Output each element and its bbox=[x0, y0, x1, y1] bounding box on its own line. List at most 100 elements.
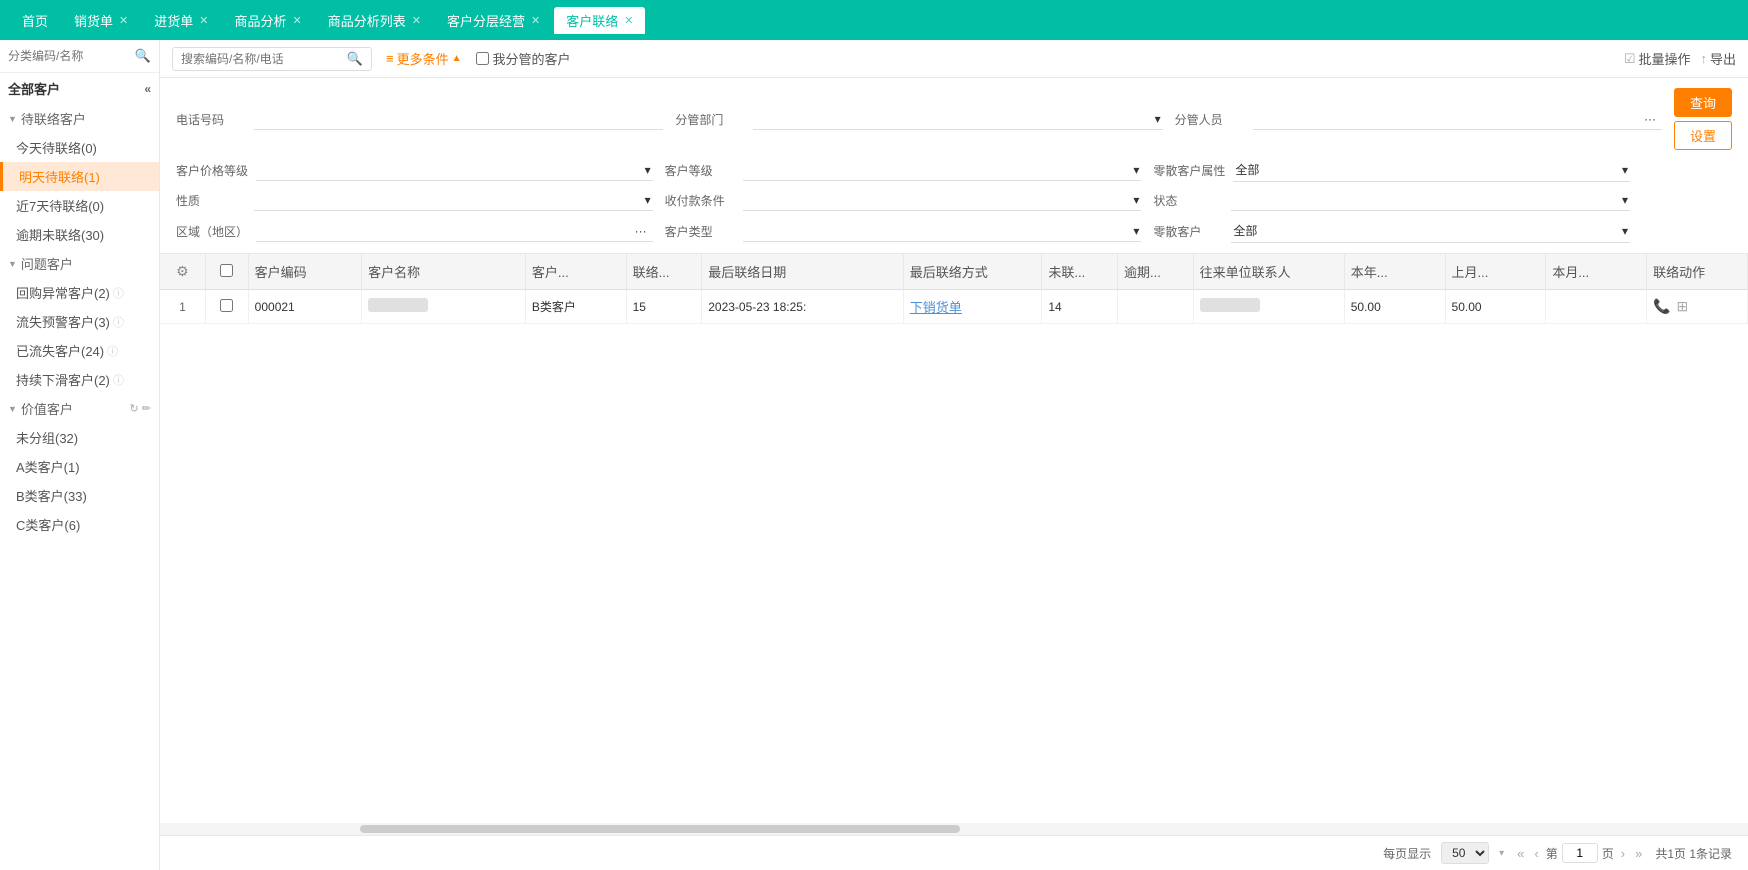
col-last-contact-method-header: 最后联络方式 bbox=[903, 254, 1042, 290]
page-size-chevron: ▾ bbox=[1499, 848, 1504, 859]
payment-select[interactable] bbox=[743, 190, 1142, 211]
row-contact-count: 15 bbox=[626, 290, 702, 324]
phone-label: 电话号码 bbox=[176, 111, 246, 128]
chevron-up-icon: ▲ bbox=[452, 53, 462, 64]
collapse-icon[interactable]: « bbox=[144, 82, 151, 96]
customer-type-select[interactable] bbox=[743, 221, 1142, 242]
nav-sales-order[interactable]: 销货单 ✕ bbox=[62, 7, 140, 34]
page-size-label: 每页显示 bbox=[1383, 845, 1431, 862]
export-btn[interactable]: ↑ 导出 bbox=[1700, 49, 1736, 68]
filter-field-price-level: 客户价格等级 bbox=[176, 160, 653, 181]
region-ellipsis[interactable]: ··· bbox=[631, 224, 651, 238]
dept-select[interactable] bbox=[753, 109, 1162, 130]
nav-purchase-order[interactable]: 进货单 ✕ bbox=[142, 7, 220, 34]
my-customers-filter[interactable]: 我分管的客户 bbox=[476, 49, 571, 68]
nav-product-analysis[interactable]: 商品分析 ✕ bbox=[222, 7, 313, 34]
price-level-select[interactable] bbox=[256, 160, 653, 181]
grid-action-icon[interactable]: ⊞ bbox=[1677, 298, 1689, 315]
sidebar-group-pending-contact[interactable]: 待联络客户 bbox=[0, 104, 159, 133]
sidebar: 🔍 全部客户 « 待联络客户 今天待联络(0) 明天待联络(1) 近7天待联络(… bbox=[0, 40, 160, 870]
sidebar-search-icon[interactable]: 🔍 bbox=[135, 48, 151, 64]
retail-attr-select[interactable]: 全部 bbox=[1233, 158, 1630, 182]
nav-product-analysis-list[interactable]: 商品分析列表 ✕ bbox=[316, 7, 433, 34]
settings-btn[interactable]: 设置 bbox=[1674, 121, 1732, 150]
region-select[interactable]: ··· bbox=[256, 221, 653, 242]
filter-row-4: 区域（地区） ··· 客户类型 零散客户 全部 bbox=[176, 219, 1732, 243]
retail-customer-chevron bbox=[1622, 224, 1628, 238]
sidebar-item-a-class[interactable]: A类客户(1) bbox=[0, 452, 159, 481]
gender-select[interactable] bbox=[254, 190, 653, 211]
filter-search-icon[interactable]: 🔍 bbox=[347, 51, 363, 67]
row-this-year: 50.00 bbox=[1344, 290, 1445, 324]
sidebar-item-churn-warning[interactable]: 流失预警客户(3) ⓘ bbox=[0, 307, 159, 336]
sidebar-item-declining[interactable]: 持续下滑客户(2) ⓘ bbox=[0, 365, 159, 394]
nav-customer-tiering-close[interactable]: ✕ bbox=[531, 14, 540, 27]
sidebar-item-ungrouped[interactable]: 未分组(32) bbox=[0, 423, 159, 452]
all-customers-label: 全部客户 bbox=[8, 79, 60, 98]
sidebar-item-churned[interactable]: 已流失客户(24) ⓘ bbox=[0, 336, 159, 365]
filter-search-input[interactable] bbox=[181, 52, 343, 66]
settings-icon[interactable]: ⚙ bbox=[176, 263, 189, 279]
my-customers-checkbox[interactable] bbox=[476, 52, 489, 65]
batch-ops-btn[interactable]: ☑ 批量操作 bbox=[1624, 49, 1691, 68]
customer-level-select[interactable] bbox=[743, 160, 1142, 181]
prev-page-btn[interactable]: ‹ bbox=[1531, 846, 1541, 861]
all-customers-header[interactable]: 全部客户 « bbox=[0, 73, 159, 104]
sidebar-item-repurchase-anomaly[interactable]: 回购异常客户(2) ⓘ bbox=[0, 278, 159, 307]
select-all-checkbox[interactable] bbox=[220, 264, 233, 277]
next-page-btn[interactable]: › bbox=[1618, 846, 1628, 861]
sidebar-item-b-class[interactable]: B类客户(33) bbox=[0, 481, 159, 510]
col-contact-count-header: 联络... bbox=[626, 254, 702, 290]
phone-action-icon[interactable]: 📞 bbox=[1653, 298, 1670, 315]
payment-label: 收付款条件 bbox=[665, 192, 735, 209]
nav-sales-order-close[interactable]: ✕ bbox=[119, 14, 128, 27]
sidebar-search-input[interactable] bbox=[8, 49, 131, 63]
customer-level-label: 客户等级 bbox=[665, 162, 735, 179]
col-last-contact-date-header: 最后联络日期 bbox=[702, 254, 904, 290]
gender-chevron bbox=[645, 193, 651, 207]
sidebar-item-7day-contact[interactable]: 近7天待联络(0) bbox=[0, 191, 159, 220]
col-overdue-header: 逾期... bbox=[1117, 254, 1193, 290]
customer-level-chevron bbox=[1133, 163, 1139, 177]
page-number-input[interactable] bbox=[1562, 843, 1598, 863]
status-select[interactable] bbox=[1231, 190, 1630, 211]
first-page-btn[interactable]: « bbox=[1514, 846, 1527, 861]
page-suffix: 页 bbox=[1602, 845, 1614, 862]
table-header-row: ⚙ 客户编码 客户名称 客户... bbox=[160, 254, 1748, 290]
sidebar-item-today-contact[interactable]: 今天待联络(0) bbox=[0, 133, 159, 162]
nav-product-analysis-list-close[interactable]: ✕ bbox=[412, 14, 421, 27]
col-settings[interactable]: ⚙ bbox=[160, 254, 205, 290]
more-conditions-btn[interactable]: ≡ 更多条件 ▲ bbox=[380, 46, 468, 71]
contact-method-link[interactable]: 下销货单 bbox=[910, 300, 962, 315]
query-btn[interactable]: 查询 bbox=[1674, 88, 1732, 117]
manager-ellipsis[interactable]: ··· bbox=[1640, 112, 1660, 126]
sidebar-item-tomorrow-contact[interactable]: 明天待联络(1) bbox=[0, 162, 159, 191]
sidebar-item-c-class[interactable]: C类客户(6) bbox=[0, 510, 159, 539]
price-level-label: 客户价格等级 bbox=[176, 162, 248, 179]
row-checkbox[interactable] bbox=[205, 290, 248, 324]
last-page-btn[interactable]: » bbox=[1632, 846, 1645, 861]
nav-customer-tiering[interactable]: 客户分层经营 ✕ bbox=[435, 7, 552, 34]
scroll-thumb[interactable] bbox=[360, 825, 960, 833]
col-checkbox bbox=[205, 254, 248, 290]
row-last-contact-method[interactable]: 下销货单 bbox=[903, 290, 1042, 324]
nav-purchase-order-close[interactable]: ✕ bbox=[199, 14, 208, 27]
filter-search-box[interactable]: 🔍 bbox=[172, 47, 372, 71]
filter-field-retail-attr: 零散客户属性 全部 bbox=[1153, 158, 1630, 182]
horizontal-scrollbar[interactable] bbox=[160, 823, 1748, 835]
phone-input[interactable] bbox=[254, 109, 663, 130]
nav-home[interactable]: 首页 bbox=[10, 7, 60, 34]
filter-field-dept: 分管部门 bbox=[675, 109, 1162, 130]
sidebar-group-problem-customers[interactable]: 问题客户 bbox=[0, 249, 159, 278]
page-size-select[interactable]: 50 bbox=[1441, 842, 1489, 864]
gender-label: 性质 bbox=[176, 192, 246, 209]
row-select-checkbox[interactable] bbox=[220, 299, 233, 312]
sidebar-item-overdue-contact[interactable]: 逾期未联络(30) bbox=[0, 220, 159, 249]
sidebar-group-value-customers[interactable]: 价值客户 ↻ ✏ bbox=[0, 394, 159, 423]
retail-customer-select[interactable]: 全部 bbox=[1231, 219, 1630, 243]
nav-product-analysis-close[interactable]: ✕ bbox=[293, 14, 302, 27]
nav-customer-contact[interactable]: 客户联络 ✕ bbox=[554, 7, 645, 34]
value-group-icons[interactable]: ↻ ✏ bbox=[130, 402, 152, 415]
manager-select[interactable]: ··· bbox=[1253, 109, 1662, 130]
nav-customer-contact-close[interactable]: ✕ bbox=[624, 14, 633, 27]
